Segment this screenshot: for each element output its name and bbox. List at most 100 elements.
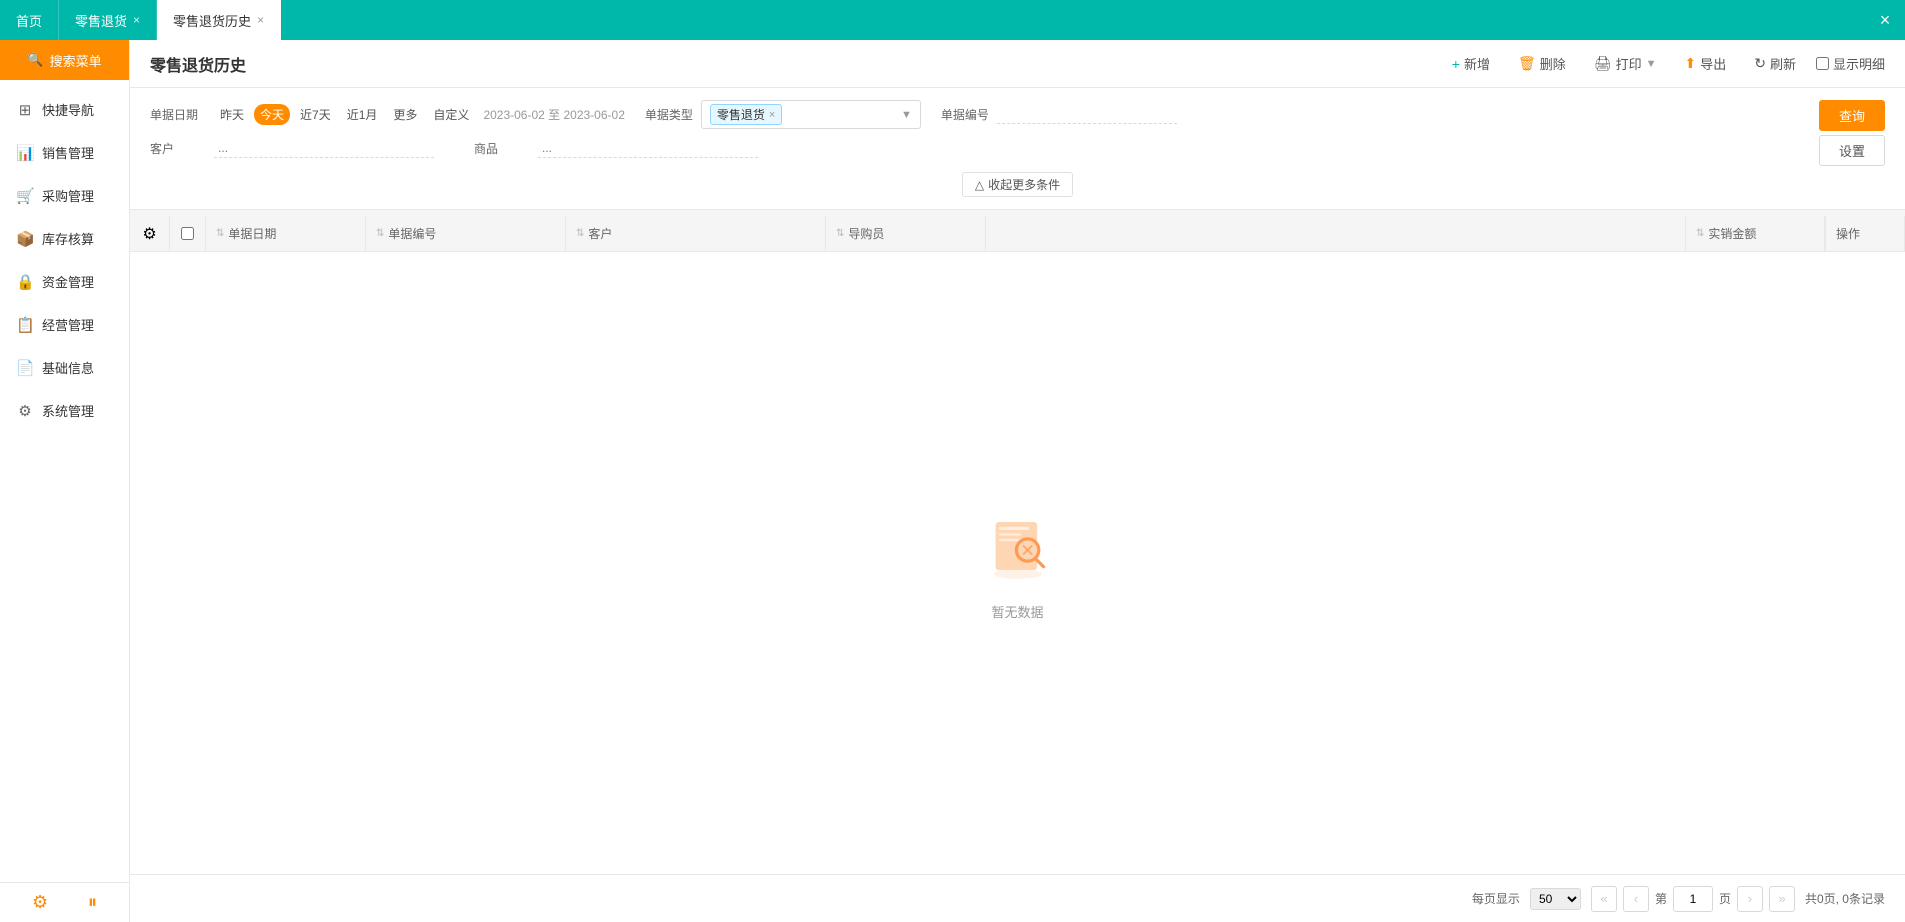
export-button[interactable]: ⬆ 导出 bbox=[1676, 50, 1734, 77]
table-settings-icon[interactable]: ⚙ bbox=[130, 216, 170, 252]
type-filter-tag: 零售退货 × bbox=[710, 104, 782, 125]
box-icon: 📦 bbox=[16, 230, 34, 248]
tab-retail-return-history[interactable]: 零售退货历史 × bbox=[157, 0, 281, 40]
sidebar-item-operation[interactable]: 📋 经营管理 bbox=[0, 303, 129, 346]
cart-icon: 🛒 bbox=[16, 187, 34, 205]
date-buttons: 昨天 今天 近7天 近1月 更多 自定义 bbox=[214, 104, 475, 125]
first-page-button[interactable]: « bbox=[1591, 886, 1617, 912]
print-button[interactable]: 🖨 打印 ▼ bbox=[1586, 50, 1665, 77]
th-customer-label: 客户 bbox=[588, 225, 612, 242]
sidebar-item-system[interactable]: ⚙ 系统管理 bbox=[0, 389, 129, 432]
empty-state: 暂无数据 bbox=[130, 252, 1905, 874]
doc-icon: 📄 bbox=[16, 359, 34, 377]
page-word: 第 bbox=[1655, 890, 1667, 907]
add-button[interactable]: + 新增 bbox=[1444, 50, 1498, 77]
table-area: ⚙ ⇅ 单据日期 ⇅ 单据编号 ⇅ 客户 ⇅ bbox=[130, 216, 1905, 922]
collapse-more-row: △ 收起更多条件 bbox=[150, 168, 1885, 205]
tab-home[interactable]: 首页 bbox=[0, 0, 59, 40]
date-btn-today[interactable]: 今天 bbox=[254, 104, 290, 125]
th-op: 操作 bbox=[1825, 216, 1905, 252]
refresh-button[interactable]: ↻ 刷新 bbox=[1746, 50, 1804, 77]
clipboard-icon: 📋 bbox=[16, 316, 34, 334]
per-page-select[interactable]: 10 20 50 100 bbox=[1530, 888, 1581, 910]
th-customer-sort-icon: ⇅ bbox=[576, 228, 584, 239]
content-area: 零售退货历史 + 新增 🗑 删除 🖨 打印 ▼ ⬆ 导出 bbox=[130, 40, 1905, 922]
sidebar-item-purchase-mgmt-label: 采购管理 bbox=[42, 186, 94, 205]
query-button[interactable]: 查询 bbox=[1819, 100, 1885, 131]
goods-filter-label: 商品 bbox=[474, 140, 530, 157]
select-all-checkbox[interactable] bbox=[181, 227, 194, 240]
search-icon: 🔍 bbox=[27, 52, 43, 68]
th-amount[interactable]: ⇅ 实销金额 bbox=[1685, 216, 1825, 252]
sidebar-item-sales-mgmt[interactable]: 📊 销售管理 bbox=[0, 131, 129, 174]
sidebar-item-quick-nav[interactable]: ⊞ 快捷导航 bbox=[0, 88, 129, 131]
customer-filter-section: 客户 bbox=[150, 139, 434, 158]
empty-text: 暂无数据 bbox=[991, 602, 1043, 621]
date-btn-7days[interactable]: 近7天 bbox=[294, 104, 337, 125]
delete-icon: 🗑 bbox=[1518, 55, 1536, 72]
date-btn-custom[interactable]: 自定义 bbox=[427, 104, 475, 125]
table-header: ⚙ ⇅ 单据日期 ⇅ 单据编号 ⇅ 客户 ⇅ bbox=[130, 216, 1905, 252]
last-page-button[interactable]: » bbox=[1769, 886, 1795, 912]
collapse-more-button[interactable]: △ 收起更多条件 bbox=[962, 172, 1073, 197]
delete-button[interactable]: 🗑 删除 bbox=[1510, 50, 1574, 77]
sidebar-search-label: 搜索菜单 bbox=[50, 51, 102, 70]
table-select-all[interactable] bbox=[170, 216, 206, 252]
th-amount-label: 实销金额 bbox=[1708, 225, 1756, 242]
collapse-label: 收起更多条件 bbox=[988, 176, 1060, 193]
pagination-nav: « ‹ 第 页 › » bbox=[1591, 886, 1795, 912]
sidebar-item-basic-info[interactable]: 📄 基础信息 bbox=[0, 346, 129, 389]
sidebar-item-finance[interactable]: 🔒 资金管理 bbox=[0, 260, 129, 303]
add-label: 新增 bbox=[1464, 54, 1490, 73]
tab-retail-return-label: 零售退货 bbox=[75, 11, 127, 30]
th-guide-label: 导购员 bbox=[848, 225, 884, 242]
th-customer[interactable]: ⇅ 客户 bbox=[566, 216, 826, 252]
th-billno[interactable]: ⇅ 单据编号 bbox=[366, 216, 566, 252]
type-filter-select[interactable]: 零售退货 × ▼ bbox=[701, 100, 921, 129]
tab-home-label: 首页 bbox=[16, 11, 42, 30]
refresh-label: 刷新 bbox=[1770, 54, 1796, 73]
sidebar-collapse-icon[interactable]: ⏸ bbox=[88, 892, 97, 913]
type-filter-arrow-icon: ▼ bbox=[901, 109, 912, 121]
date-btn-more[interactable]: 更多 bbox=[387, 104, 423, 125]
sidebar-item-inventory[interactable]: 📦 库存核算 bbox=[0, 217, 129, 260]
date-btn-1month[interactable]: 近1月 bbox=[341, 104, 384, 125]
sidebar-search-button[interactable]: 🔍 搜索菜单 bbox=[0, 40, 129, 80]
show-detail-checkbox[interactable] bbox=[1816, 57, 1829, 70]
setting-button[interactable]: 设置 bbox=[1819, 135, 1885, 166]
customer-filter-input[interactable] bbox=[214, 139, 434, 158]
sidebar-item-purchase-mgmt[interactable]: 🛒 采购管理 bbox=[0, 174, 129, 217]
export-label: 导出 bbox=[1700, 54, 1726, 73]
filter-area: 单据日期 昨天 今天 近7天 近1月 更多 自定义 2023-06-02 至 2… bbox=[130, 88, 1905, 210]
th-guide[interactable]: ⇅ 导购员 bbox=[826, 216, 986, 252]
tab-list: 首页 零售退货 × 零售退货历史 × bbox=[0, 0, 1865, 40]
next-page-button[interactable]: › bbox=[1737, 886, 1763, 912]
date-filter-label: 单据日期 bbox=[150, 106, 206, 123]
date-btn-yesterday[interactable]: 昨天 bbox=[214, 104, 250, 125]
sidebar-item-finance-label: 资金管理 bbox=[42, 272, 94, 291]
tab-retail-return[interactable]: 零售退货 × bbox=[59, 0, 157, 40]
header-actions: + 新增 🗑 删除 🖨 打印 ▼ ⬆ 导出 ↻ 刷新 bbox=[1444, 50, 1885, 77]
sidebar-item-system-label: 系统管理 bbox=[42, 401, 94, 420]
window-close-button[interactable]: × bbox=[1865, 0, 1905, 40]
sidebar-settings-icon[interactable]: ⚙ bbox=[32, 892, 48, 913]
number-filter-input[interactable] bbox=[997, 105, 1177, 124]
type-filter-label: 单据类型 bbox=[645, 106, 693, 123]
th-amount-sort-icon: ⇅ bbox=[1696, 228, 1704, 239]
refresh-icon: ↻ bbox=[1754, 55, 1766, 72]
print-label: 打印 bbox=[1616, 54, 1642, 73]
empty-illustration bbox=[978, 506, 1058, 586]
prev-page-button[interactable]: ‹ bbox=[1623, 886, 1649, 912]
th-date-sort-icon: ⇅ bbox=[216, 228, 224, 239]
tab-retail-return-history-close[interactable]: × bbox=[257, 13, 264, 27]
type-filter-tag-close[interactable]: × bbox=[769, 109, 775, 121]
sidebar-menu: ⊞ 快捷导航 📊 销售管理 🛒 采购管理 📦 库存核算 🔒 资金管理 📋 bbox=[0, 80, 129, 882]
filter-row-2: 客户 商品 bbox=[150, 139, 1803, 158]
gear-icon: ⚙ bbox=[16, 402, 34, 420]
sidebar-bottom: ⚙ ⏸ bbox=[0, 882, 129, 922]
current-page-input[interactable] bbox=[1673, 886, 1713, 912]
th-date[interactable]: ⇅ 单据日期 bbox=[206, 216, 366, 252]
tab-retail-return-close[interactable]: × bbox=[133, 13, 140, 27]
show-detail-toggle[interactable]: 显示明细 bbox=[1816, 54, 1885, 73]
goods-filter-input[interactable] bbox=[538, 139, 758, 158]
